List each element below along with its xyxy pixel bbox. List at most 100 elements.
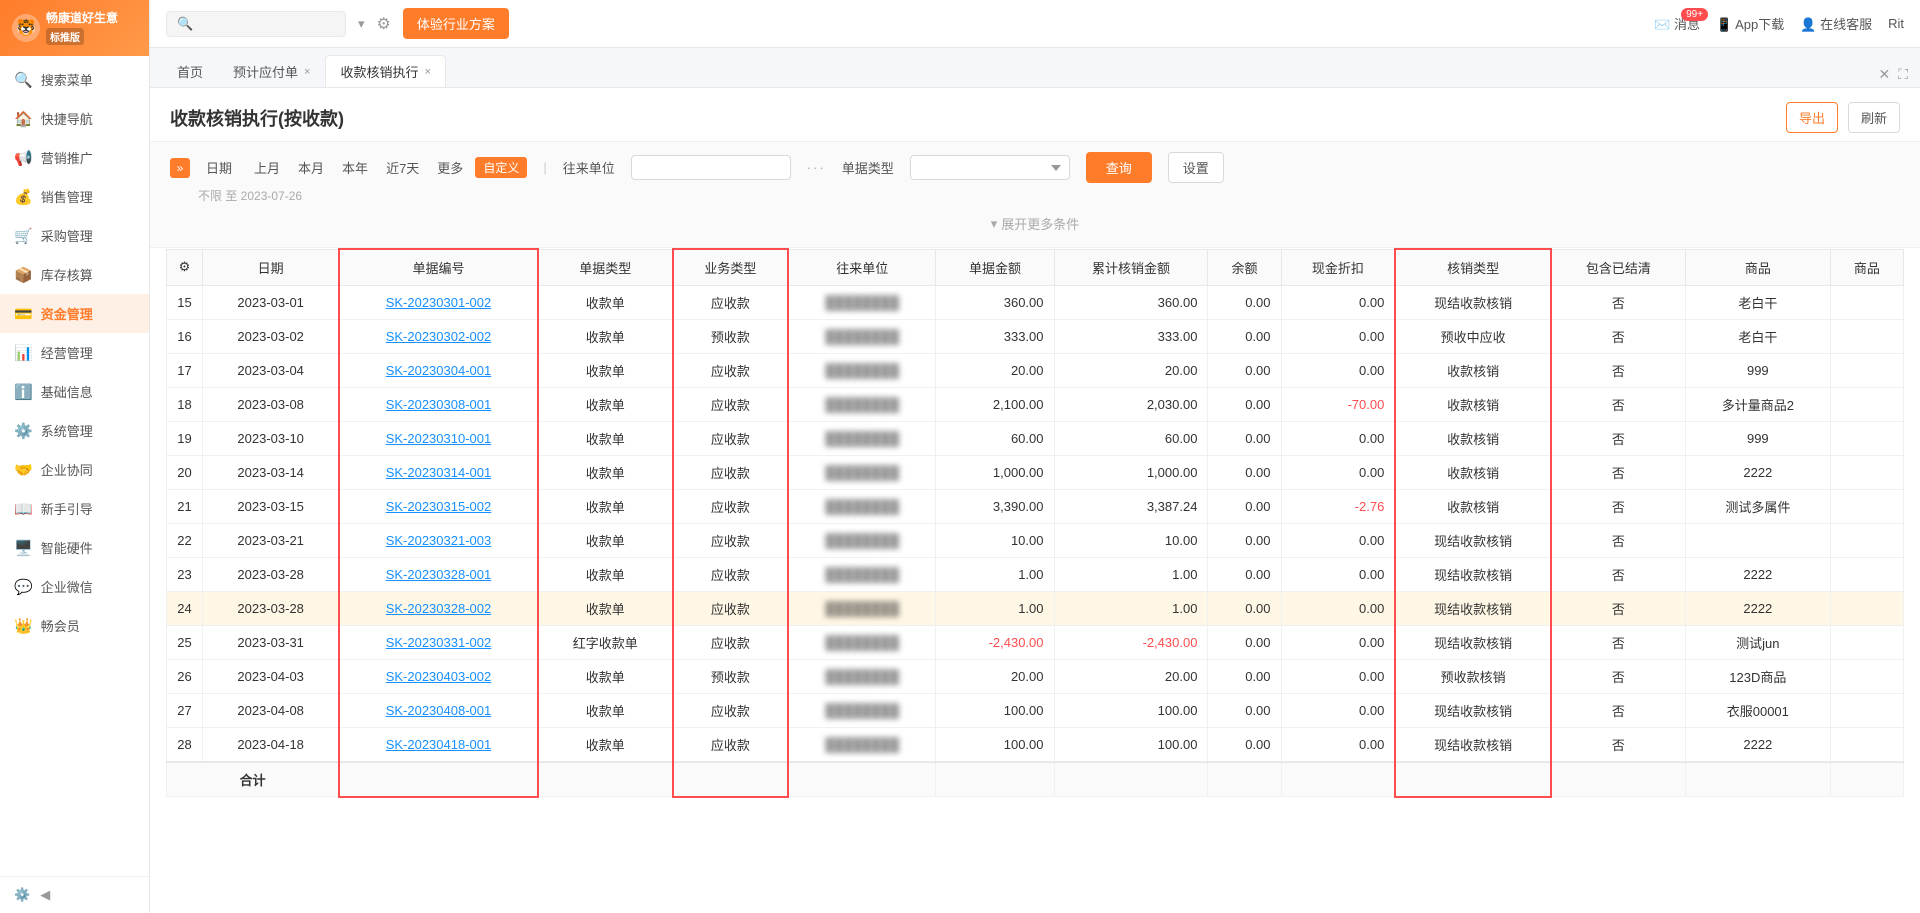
customer-filter-label: 往来单位	[563, 158, 615, 177]
query-button[interactable]: 查询	[1086, 152, 1152, 183]
voucher-link[interactable]: SK-20230314-001	[386, 465, 492, 480]
expand-more-btn[interactable]: ▾ 展开更多条件	[991, 214, 1080, 233]
customer-filter-input[interactable]	[631, 155, 791, 180]
notification-area[interactable]: ✉️ 消息 99+	[1654, 14, 1700, 33]
voucher-link[interactable]: SK-20230304-001	[386, 363, 492, 378]
cell-amount: 20.00	[936, 354, 1054, 388]
data-table: ⚙ 日期 单据编号 单据类型 业务类型 往来单位 单据金额 累计核销金额 余额 …	[166, 248, 1904, 798]
tab-close-all-icon[interactable]: ✕	[1878, 66, 1890, 83]
tab-collection-close[interactable]: ×	[424, 66, 430, 78]
col-settings[interactable]: ⚙	[167, 249, 203, 286]
date-custom-btn[interactable]: 自定义	[475, 157, 527, 178]
message-icon: ✉️	[1654, 17, 1670, 32]
sidebar-item-guide[interactable]: 📖新手引导	[0, 489, 149, 528]
cell-amount: 1,000.00	[936, 456, 1054, 490]
voucher-link[interactable]: SK-20230328-002	[386, 601, 492, 616]
filter-toggle-btn[interactable]: »	[170, 158, 190, 178]
app-download-icon[interactable]: 📱 App下载	[1716, 14, 1784, 33]
settings-icon[interactable]: ⚙️	[14, 887, 30, 903]
search-box[interactable]: 🔍	[166, 11, 346, 37]
cell-voucher-no: SK-20230302-002	[339, 320, 537, 354]
voucher-link[interactable]: SK-20230310-001	[386, 431, 492, 446]
sidebar-item-marketing[interactable]: 📢营销推广	[0, 138, 149, 177]
cell-cash-discount: 0.00	[1281, 354, 1395, 388]
sidebar-item-system[interactable]: ⚙️系统管理	[0, 411, 149, 450]
user-name[interactable]: Rit	[1888, 16, 1904, 31]
voucher-link[interactable]: SK-20230301-002	[386, 295, 492, 310]
sidebar-item-inventory[interactable]: 📦库存核算	[0, 255, 149, 294]
voucher-link[interactable]: SK-20230328-001	[386, 567, 492, 582]
date-btn-7days[interactable]: 近7天	[380, 156, 425, 179]
voucher-link[interactable]: SK-20230321-003	[386, 533, 492, 548]
cell-amount: 333.00	[936, 320, 1054, 354]
cell-seq: 22	[167, 524, 203, 558]
sidebar-item-hardware[interactable]: 🖥️智能硬件	[0, 528, 149, 567]
topbar-gear-icon[interactable]: ⚙	[377, 14, 391, 34]
sidebar-item-member[interactable]: 👑畅会员	[0, 606, 149, 645]
voucher-link[interactable]: SK-20230302-002	[386, 329, 492, 344]
solution-button[interactable]: 体验行业方案	[403, 8, 509, 39]
table-row: 19 2023-03-10 SK-20230310-001 收款单 应收款 ██…	[167, 422, 1904, 456]
sidebar-item-operation[interactable]: 📊经营管理	[0, 333, 149, 372]
export-button[interactable]: 导出	[1786, 102, 1838, 133]
col-goods2: 商品	[1830, 249, 1903, 286]
date-btn-this-year[interactable]: 本年	[336, 156, 374, 179]
cell-biz-type: 应收款	[673, 490, 788, 524]
sidebar-item-wechat[interactable]: 💬企业微信	[0, 567, 149, 606]
voucher-link[interactable]: SK-20230331-002	[386, 635, 492, 650]
logo-icon: 🐯	[12, 14, 40, 42]
cell-date: 2023-03-28	[203, 558, 340, 592]
cell-goods2	[1830, 728, 1903, 763]
voucher-link[interactable]: SK-20230403-002	[386, 669, 492, 684]
voucher-link[interactable]: SK-20230408-001	[386, 703, 492, 718]
cell-goods: 测试jun	[1685, 626, 1830, 660]
cell-goods: 2222	[1685, 592, 1830, 626]
cell-amount: 2,100.00	[936, 388, 1054, 422]
settings-button[interactable]: 设置	[1168, 152, 1224, 183]
voucher-link[interactable]: SK-20230308-001	[386, 397, 492, 412]
tab-prepay-close[interactable]: ×	[304, 66, 310, 78]
cell-total-offset: 2,030.00	[1054, 388, 1208, 422]
sidebar-item-search[interactable]: 🔍搜索菜单	[0, 60, 149, 99]
tab-home[interactable]: 首页	[162, 55, 218, 87]
member-icon: 👑	[14, 617, 33, 635]
voucher-type-select[interactable]	[910, 155, 1070, 180]
collapse-icon[interactable]: ◀	[40, 887, 50, 903]
sidebar-item-sales[interactable]: 💰销售管理	[0, 177, 149, 216]
cell-customer: ████████	[788, 354, 936, 388]
tab-collection[interactable]: 收款核销执行 ×	[325, 55, 445, 87]
refresh-button[interactable]: 刷新	[1848, 102, 1900, 133]
tab-prepay[interactable]: 预计应付单 ×	[218, 55, 325, 87]
table-row: 21 2023-03-15 SK-20230315-002 收款单 应收款 ██…	[167, 490, 1904, 524]
voucher-link[interactable]: SK-20230315-002	[386, 499, 492, 514]
cell-goods2	[1830, 626, 1903, 660]
date-options-group: 上月 本月 本年 近7天 更多 自定义	[248, 156, 527, 179]
date-btn-more[interactable]: 更多	[431, 156, 469, 179]
cell-biz-type: 应收款	[673, 728, 788, 763]
tabbar: 首页 预计应付单 × 收款核销执行 × ✕ ⛶	[150, 48, 1920, 88]
cell-voucher-type: 收款单	[538, 320, 673, 354]
cell-goods2	[1830, 456, 1903, 490]
cell-include-settled: 否	[1551, 490, 1686, 524]
cell-goods2	[1830, 320, 1903, 354]
topbar-dropdown-icon[interactable]: ▾	[358, 16, 365, 32]
voucher-link[interactable]: SK-20230418-001	[386, 737, 492, 752]
sidebar-item-capital[interactable]: 💳资金管理	[0, 294, 149, 333]
date-btn-last-month[interactable]: 上月	[248, 156, 286, 179]
tab-expand-icon[interactable]: ⛶	[1898, 66, 1908, 83]
cell-voucher-type: 收款单	[538, 354, 673, 388]
sidebar-item-basic[interactable]: ℹ️基础信息	[0, 372, 149, 411]
sidebar-item-purchase[interactable]: 🛒采购管理	[0, 216, 149, 255]
cell-offset-type: 现结收款核销	[1395, 694, 1551, 728]
online-service[interactable]: 👤 在线客服	[1800, 14, 1872, 33]
sidebar-item-enterprise[interactable]: 🤝企业协同	[0, 450, 149, 489]
cell-voucher-no: SK-20230314-001	[339, 456, 537, 490]
cell-amount: -2,430.00	[936, 626, 1054, 660]
cell-voucher-no: SK-20230403-002	[339, 660, 537, 694]
cell-biz-type: 应收款	[673, 592, 788, 626]
cell-voucher-type: 收款单	[538, 694, 673, 728]
sidebar-item-quicknav[interactable]: 🏠快捷导航	[0, 99, 149, 138]
cell-goods2	[1830, 422, 1903, 456]
date-btn-this-month[interactable]: 本月	[292, 156, 330, 179]
cell-offset-type: 预收中应收	[1395, 320, 1551, 354]
